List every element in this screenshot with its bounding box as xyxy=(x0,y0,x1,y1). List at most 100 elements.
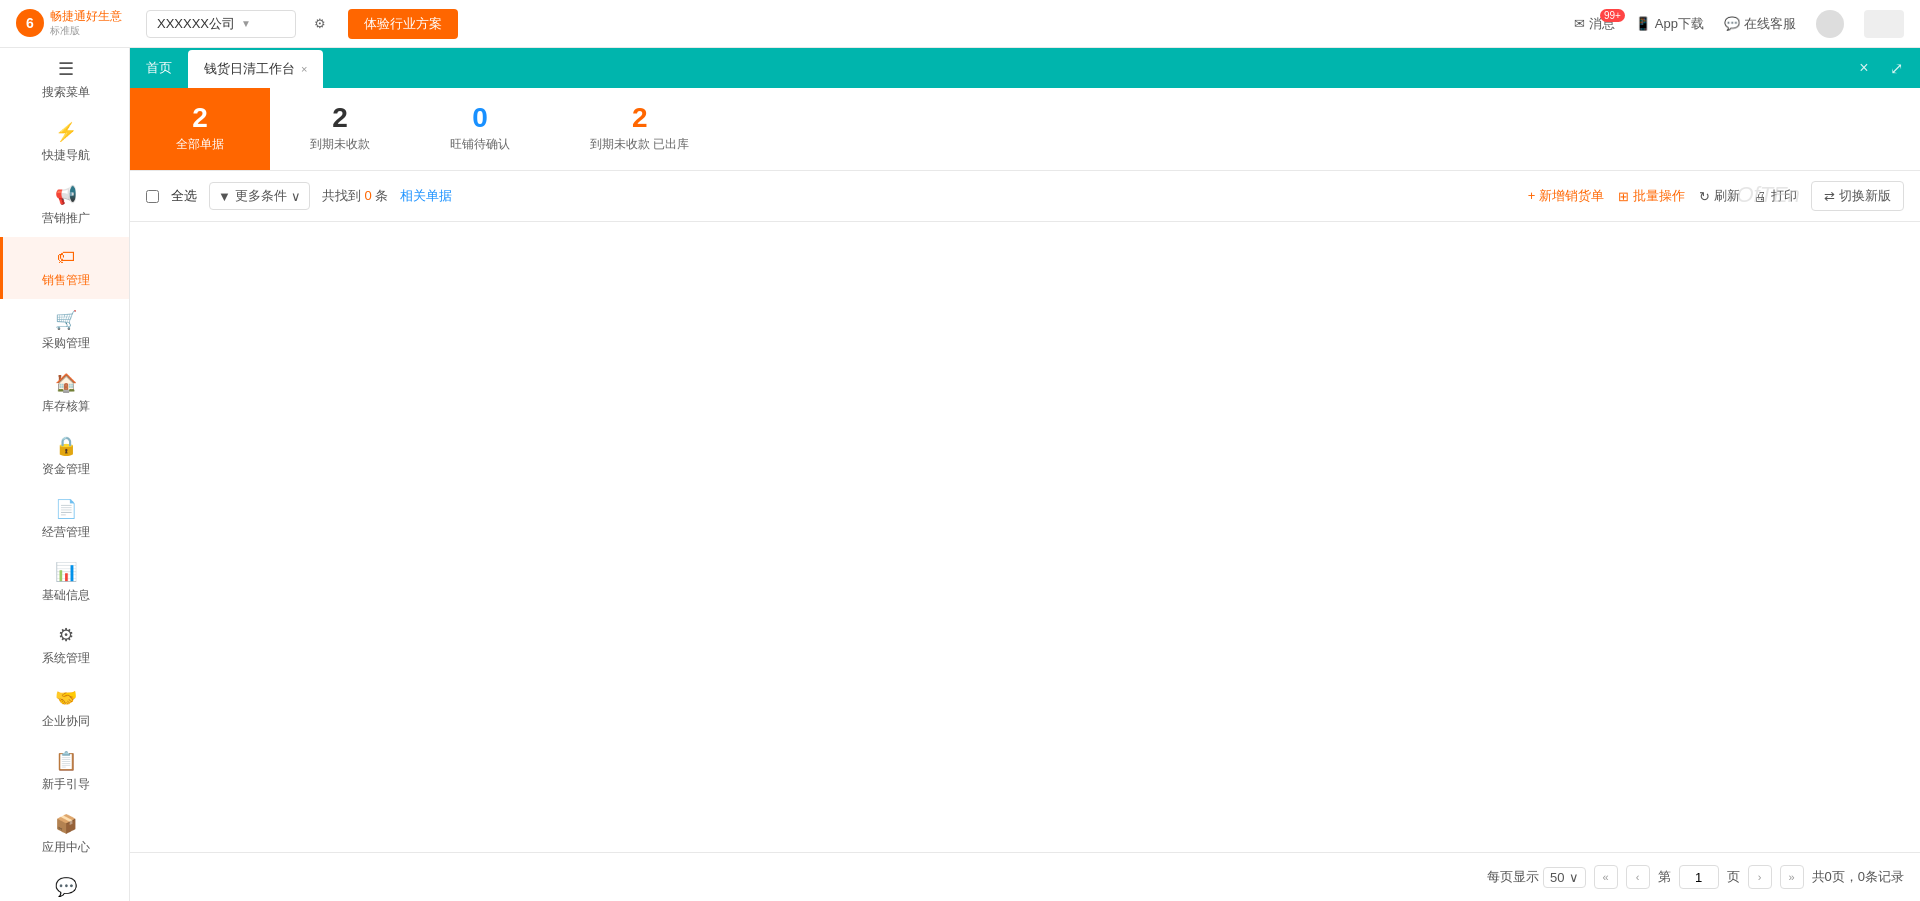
sidebar-item-app-center[interactable]: 📦 应用中心 xyxy=(0,803,129,866)
batch-label: 批量操作 xyxy=(1633,187,1685,205)
purchase-icon: 🛒 xyxy=(55,309,77,331)
stat-card-overdue[interactable]: 2 到期未收款 xyxy=(270,88,410,170)
sidebar-item-purchase[interactable]: 🛒 采购管理 xyxy=(0,299,129,362)
sidebar: ☰ 搜索菜单 ⚡ 快捷导航 📢 营销推广 🏷 销售管理 🛒 采购管理 🏠 库存核… xyxy=(0,48,130,901)
filter-arrow-icon: ∨ xyxy=(291,189,301,204)
sidebar-item-system[interactable]: ⚙ 系统管理 xyxy=(0,614,129,677)
per-page-value: 50 xyxy=(1550,870,1564,885)
tab-home[interactable]: 首页 xyxy=(130,48,188,88)
next-page-button[interactable]: › xyxy=(1748,865,1772,889)
main-layout: ☰ 搜索菜单 ⚡ 快捷导航 📢 营销推广 🏷 销售管理 🛒 采购管理 🏠 库存核… xyxy=(0,48,1920,901)
page-size-select: 每页显示 50 ∨ xyxy=(1487,867,1585,888)
tab-home-label: 首页 xyxy=(146,59,172,77)
app-center-icon: 📦 xyxy=(55,813,77,835)
page-number-input[interactable] xyxy=(1679,865,1719,889)
logo-area: 6 畅捷通好生意 标准版 xyxy=(16,9,146,37)
page-content: 2 全部单据 2 到期未收款 0 旺铺待确认 2 到期未收款 已出库 xyxy=(130,88,1920,901)
stat-num-overdue: 2 xyxy=(332,102,348,134)
stat-label-wangpu: 旺铺待确认 xyxy=(450,136,510,153)
logo-text: 畅捷通好生意 xyxy=(50,9,122,23)
print-icon: 🖨 xyxy=(1754,189,1767,204)
tab-minimize-button[interactable]: × xyxy=(1852,56,1876,80)
batch-icon: ⊞ xyxy=(1618,189,1629,204)
found-unit: 条 xyxy=(375,188,388,203)
online-service-button[interactable]: 💬 在线客服 xyxy=(1724,15,1796,33)
tab-work-bench[interactable]: 钱货日清工作台 × xyxy=(188,50,323,88)
sidebar-item-marketing[interactable]: 📢 营销推广 xyxy=(0,174,129,237)
system-icon: ⚙ xyxy=(58,624,74,646)
stat-card-all[interactable]: 2 全部单据 xyxy=(130,88,270,170)
prev-page-button[interactable]: ‹ xyxy=(1626,865,1650,889)
content-area: 首页 钱货日清工作台 × × ⤢ 2 全部单据 2 到期未收款 xyxy=(130,48,1920,901)
enterprise-icon: 🤝 xyxy=(55,687,77,709)
toolbar-right: + 新增销货单 ⊞ 批量操作 ↻ 刷新 🖨 打印 ⇄ xyxy=(1528,181,1904,211)
message-button[interactable]: ✉ 消息 99+ xyxy=(1574,15,1615,33)
add-sales-order-button[interactable]: + 新增销货单 xyxy=(1528,187,1604,205)
sidebar-item-capital[interactable]: 🔒 资金管理 xyxy=(0,425,129,488)
filter-button[interactable]: ▼ 更多条件 ∨ xyxy=(209,182,310,210)
sidebar-item-sales[interactable]: 🏷 销售管理 xyxy=(0,237,129,299)
app-download-icon: 📱 xyxy=(1635,16,1651,31)
app-download-button[interactable]: 📱 App下载 xyxy=(1635,15,1704,33)
inventory-icon: 🏠 xyxy=(55,372,77,394)
switch-version-button[interactable]: ⇄ 切换新版 xyxy=(1811,181,1904,211)
sidebar-item-inventory[interactable]: 🏠 库存核算 xyxy=(0,362,129,425)
page-suffix: 页 xyxy=(1727,868,1740,886)
guide-icon: 📋 xyxy=(55,750,77,772)
total-records-label: 共0页，0条记录 xyxy=(1812,868,1904,886)
sidebar-item-operations[interactable]: 📄 经营管理 xyxy=(0,488,129,551)
sidebar-item-label: 新手引导 xyxy=(42,776,90,793)
operations-icon: 📄 xyxy=(55,498,77,520)
sidebar-item-quick-nav[interactable]: ⚡ 快捷导航 xyxy=(0,111,129,174)
refresh-label: 刷新 xyxy=(1714,187,1740,205)
sidebar-item-enterprise-wechat[interactable]: 💬 企业微信 xyxy=(0,866,129,901)
message-icon: ✉ xyxy=(1574,16,1585,31)
user-name-area[interactable] xyxy=(1864,10,1904,38)
settings-button[interactable]: ⚙ xyxy=(304,8,336,40)
batch-operations-button[interactable]: ⊞ 批量操作 xyxy=(1618,187,1685,205)
avatar[interactable] xyxy=(1816,10,1844,38)
print-label: 打印 xyxy=(1771,187,1797,205)
sidebar-item-basic[interactable]: 📊 基础信息 xyxy=(0,551,129,614)
stat-num-wangpu: 0 xyxy=(472,102,488,134)
related-orders-link[interactable]: 相关单据 xyxy=(400,187,452,205)
stat-card-wangpu[interactable]: 0 旺铺待确认 xyxy=(410,88,550,170)
search-menu-icon: ☰ xyxy=(58,58,74,80)
stat-card-overdue-out[interactable]: 2 到期未收款 已出库 xyxy=(550,88,729,170)
capital-icon: 🔒 xyxy=(55,435,77,457)
company-arrow-icon: ▼ xyxy=(241,18,251,29)
page-prefix: 第 xyxy=(1658,868,1671,886)
found-prefix: 共找到 xyxy=(322,188,361,203)
tab-close-icon[interactable]: × xyxy=(301,63,307,75)
sidebar-item-label: 快捷导航 xyxy=(42,147,90,164)
sidebar-item-guide[interactable]: 📋 新手引导 xyxy=(0,740,129,803)
sidebar-item-label: 销售管理 xyxy=(42,272,90,289)
switch-label: 切换新版 xyxy=(1839,187,1891,205)
tab-maximize-button[interactable]: ⤢ xyxy=(1884,56,1908,80)
sidebar-item-label: 企业协同 xyxy=(42,713,90,730)
refresh-icon: ↻ xyxy=(1699,189,1710,204)
company-selector[interactable]: XXXXXX公司 ▼ xyxy=(146,10,296,38)
tab-work-bench-label: 钱货日清工作台 xyxy=(204,60,295,78)
found-text: 共找到 0 条 xyxy=(322,187,388,205)
refresh-button[interactable]: ↻ 刷新 xyxy=(1699,187,1740,205)
per-page-label: 每页显示 xyxy=(1487,868,1539,886)
online-service-icon: 💬 xyxy=(1724,16,1740,31)
sidebar-item-label: 资金管理 xyxy=(42,461,90,478)
last-page-button[interactable]: » xyxy=(1780,865,1804,889)
stats-row: 2 全部单据 2 到期未收款 0 旺铺待确认 2 到期未收款 已出库 xyxy=(130,88,1920,171)
sidebar-item-label: 采购管理 xyxy=(42,335,90,352)
stat-num-overdue-out: 2 xyxy=(632,102,648,134)
first-page-button[interactable]: « xyxy=(1594,865,1618,889)
filter-label: 更多条件 xyxy=(235,187,287,205)
sidebar-item-enterprise[interactable]: 🤝 企业协同 xyxy=(0,677,129,740)
experience-button[interactable]: 体验行业方案 xyxy=(348,9,458,39)
stat-label-overdue-out: 到期未收款 已出库 xyxy=(590,136,689,153)
toolbar: 全选 ▼ 更多条件 ∨ 共找到 0 条 相关单据 + 新增销货单 ⊞ 批量操作 xyxy=(130,171,1920,222)
sales-icon: 🏷 xyxy=(57,247,75,268)
logo-icon: 6 xyxy=(16,9,44,37)
sidebar-item-search-menu[interactable]: ☰ 搜索菜单 xyxy=(0,48,129,111)
print-button[interactable]: 🖨 打印 xyxy=(1754,187,1797,205)
page-size-dropdown[interactable]: 50 ∨ xyxy=(1543,867,1585,888)
select-all-checkbox[interactable] xyxy=(146,190,159,203)
